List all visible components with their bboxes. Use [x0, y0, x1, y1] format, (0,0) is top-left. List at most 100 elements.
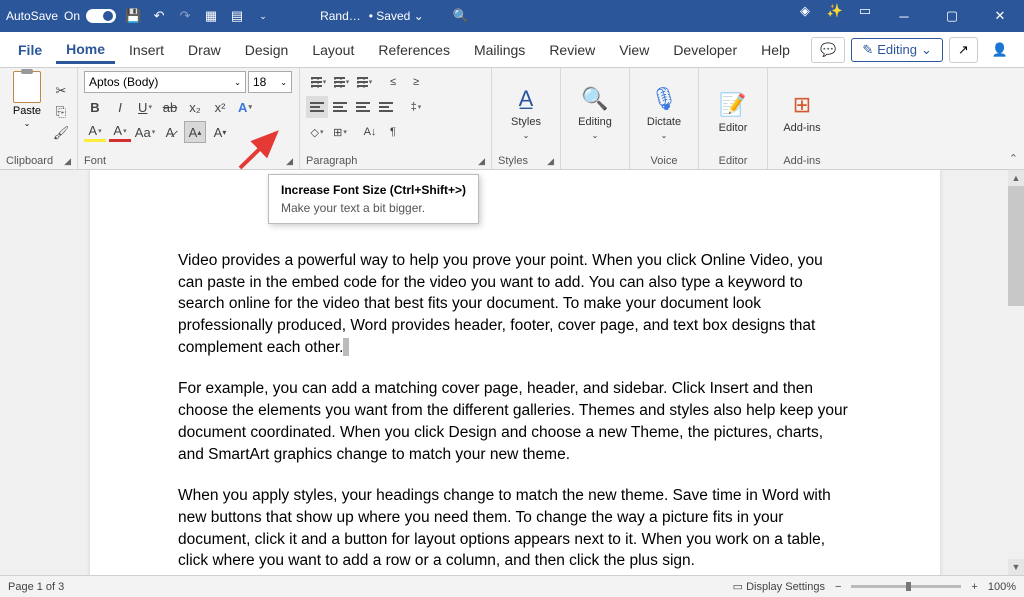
sort-button[interactable]: A↓: [359, 121, 381, 143]
qat-icon-2[interactable]: ▤: [228, 7, 246, 25]
zoom-slider[interactable]: [851, 585, 961, 588]
numbering-button[interactable]: [329, 71, 351, 93]
font-name-combo[interactable]: Aptos (Body)⌄: [84, 71, 246, 93]
editing-button[interactable]: 🔍Editing⌄: [567, 71, 623, 153]
scroll-down-button[interactable]: ▼: [1008, 559, 1024, 575]
zoom-out-button[interactable]: −: [835, 581, 841, 593]
show-marks-button[interactable]: ¶: [382, 121, 404, 143]
search-icon[interactable]: 🔍: [452, 7, 470, 25]
wand-icon[interactable]: ✨: [826, 2, 844, 20]
redo-icon[interactable]: ↷: [176, 7, 194, 25]
copy-icon[interactable]: ⎘: [51, 103, 71, 121]
strikethrough-button[interactable]: ab: [159, 96, 181, 118]
italic-button[interactable]: I: [109, 96, 131, 118]
clear-formatting-button[interactable]: A̷: [159, 121, 181, 143]
paste-button[interactable]: Paste ⌄: [6, 71, 48, 153]
tab-review[interactable]: Review: [539, 36, 605, 64]
tab-file[interactable]: File: [8, 36, 52, 64]
decrease-font-button[interactable]: A▾: [209, 121, 231, 143]
cut-icon[interactable]: ✂: [51, 82, 71, 100]
styles-button[interactable]: A̲Styles⌄: [498, 71, 554, 153]
paragraph-3[interactable]: When you apply styles, your headings cha…: [178, 485, 852, 572]
save-status[interactable]: • Saved ⌄: [369, 9, 424, 23]
styles-btn-label: Styles: [511, 116, 541, 128]
collapse-ribbon-button[interactable]: ⌃: [1009, 152, 1018, 165]
tooltip: Increase Font Size (Ctrl+Shift+>) Make y…: [268, 174, 479, 224]
font-size-combo[interactable]: 18⌄: [248, 71, 292, 93]
align-right-button[interactable]: [352, 96, 374, 118]
editor-label: Editor: [719, 122, 748, 134]
close-button[interactable]: ✕: [982, 2, 1018, 30]
paragraph-label: Paragraph: [306, 155, 357, 167]
font-dialog-launcher[interactable]: ◢: [286, 156, 293, 167]
subscript-button[interactable]: x₂: [184, 96, 206, 118]
autosave-label: AutoSave: [6, 9, 58, 23]
autosave-toggle[interactable]: AutoSave On: [6, 9, 116, 23]
shading-button[interactable]: ◇: [306, 121, 328, 143]
tab-layout[interactable]: Layout: [302, 36, 364, 64]
account-button[interactable]: 👤: [984, 38, 1016, 62]
zoom-in-button[interactable]: +: [971, 581, 977, 593]
editor-button[interactable]: 📝Editor: [705, 71, 761, 153]
multilevel-button[interactable]: [352, 71, 374, 93]
align-center-button[interactable]: [329, 96, 351, 118]
paragraph-2[interactable]: For example, you can add a matching cove…: [178, 378, 852, 465]
zoom-level[interactable]: 100%: [988, 581, 1016, 593]
text-effects-button[interactable]: A: [234, 96, 256, 118]
group-clipboard: Paste ⌄ ✂ ⎘ 🖌 Clipboard◢: [0, 68, 78, 169]
doc-name[interactable]: Rand…: [320, 9, 361, 23]
find-icon: 🔍: [581, 85, 609, 113]
bold-button[interactable]: B: [84, 96, 106, 118]
superscript-button[interactable]: x²: [209, 96, 231, 118]
editing-btn-label: Editing: [578, 116, 612, 128]
underline-button[interactable]: U: [134, 96, 156, 118]
scroll-thumb[interactable]: [1008, 186, 1024, 306]
editing-mode-button[interactable]: ✎ Editing ⌄: [851, 38, 943, 62]
display-settings-button[interactable]: ▭ Display Settings: [733, 580, 825, 593]
page-indicator[interactable]: Page 1 of 3: [8, 581, 64, 593]
tab-help[interactable]: Help: [751, 36, 800, 64]
borders-button[interactable]: ⊞: [329, 121, 351, 143]
bullets-button[interactable]: [306, 71, 328, 93]
ribbon-mode-icon[interactable]: ▭: [856, 2, 874, 20]
line-spacing-button[interactable]: ‡: [405, 96, 427, 118]
customize-qat-icon[interactable]: ⌄: [254, 7, 272, 25]
highlight-button[interactable]: A: [84, 123, 106, 142]
font-color-button[interactable]: A: [109, 123, 131, 142]
tab-draw[interactable]: Draw: [178, 36, 231, 64]
tab-insert[interactable]: Insert: [119, 36, 174, 64]
justify-button[interactable]: [375, 96, 397, 118]
scroll-up-button[interactable]: ▲: [1008, 170, 1024, 186]
align-left-button[interactable]: [306, 96, 328, 118]
increase-font-button[interactable]: A▴: [184, 121, 206, 143]
undo-icon[interactable]: ↶: [150, 7, 168, 25]
paragraph-dialog-launcher[interactable]: ◢: [478, 156, 485, 167]
minimize-button[interactable]: ─: [886, 2, 922, 30]
format-painter-icon[interactable]: 🖌: [51, 124, 71, 142]
styles-dialog-launcher[interactable]: ◢: [547, 156, 554, 167]
clipboard-dialog-launcher[interactable]: ◢: [64, 156, 71, 167]
comments-button[interactable]: 💬: [811, 37, 845, 63]
premium-icon[interactable]: ◈: [796, 2, 814, 20]
tab-home[interactable]: Home: [56, 35, 115, 64]
addins-button[interactable]: ⊞Add-ins: [774, 71, 830, 153]
tab-mailings[interactable]: Mailings: [464, 36, 535, 64]
document-page[interactable]: Video provides a powerful way to help yo…: [90, 170, 940, 575]
vertical-scrollbar[interactable]: ▲ ▼: [1008, 170, 1024, 575]
qat-icon[interactable]: ▦: [202, 7, 220, 25]
tab-references[interactable]: References: [368, 36, 460, 64]
decrease-indent-button[interactable]: ≤: [382, 71, 404, 93]
paragraph-1[interactable]: Video provides a powerful way to help yo…: [178, 250, 852, 358]
tab-developer[interactable]: Developer: [663, 36, 747, 64]
maximize-button[interactable]: ▢: [934, 2, 970, 30]
share-button[interactable]: ↗: [949, 37, 978, 63]
toggle-icon: [86, 9, 116, 23]
group-paragraph: ≤ ≥ ‡ ◇ ⊞ A↓ ¶ Paragraph ◢: [300, 68, 492, 169]
group-editor: 📝Editor Editor: [699, 68, 768, 169]
save-icon[interactable]: 💾: [124, 7, 142, 25]
change-case-button[interactable]: Aa: [134, 121, 156, 143]
tab-design[interactable]: Design: [235, 36, 299, 64]
increase-indent-button[interactable]: ≥: [405, 71, 427, 93]
dictate-button[interactable]: 🎙Dictate⌄: [636, 71, 692, 153]
tab-view[interactable]: View: [609, 36, 659, 64]
